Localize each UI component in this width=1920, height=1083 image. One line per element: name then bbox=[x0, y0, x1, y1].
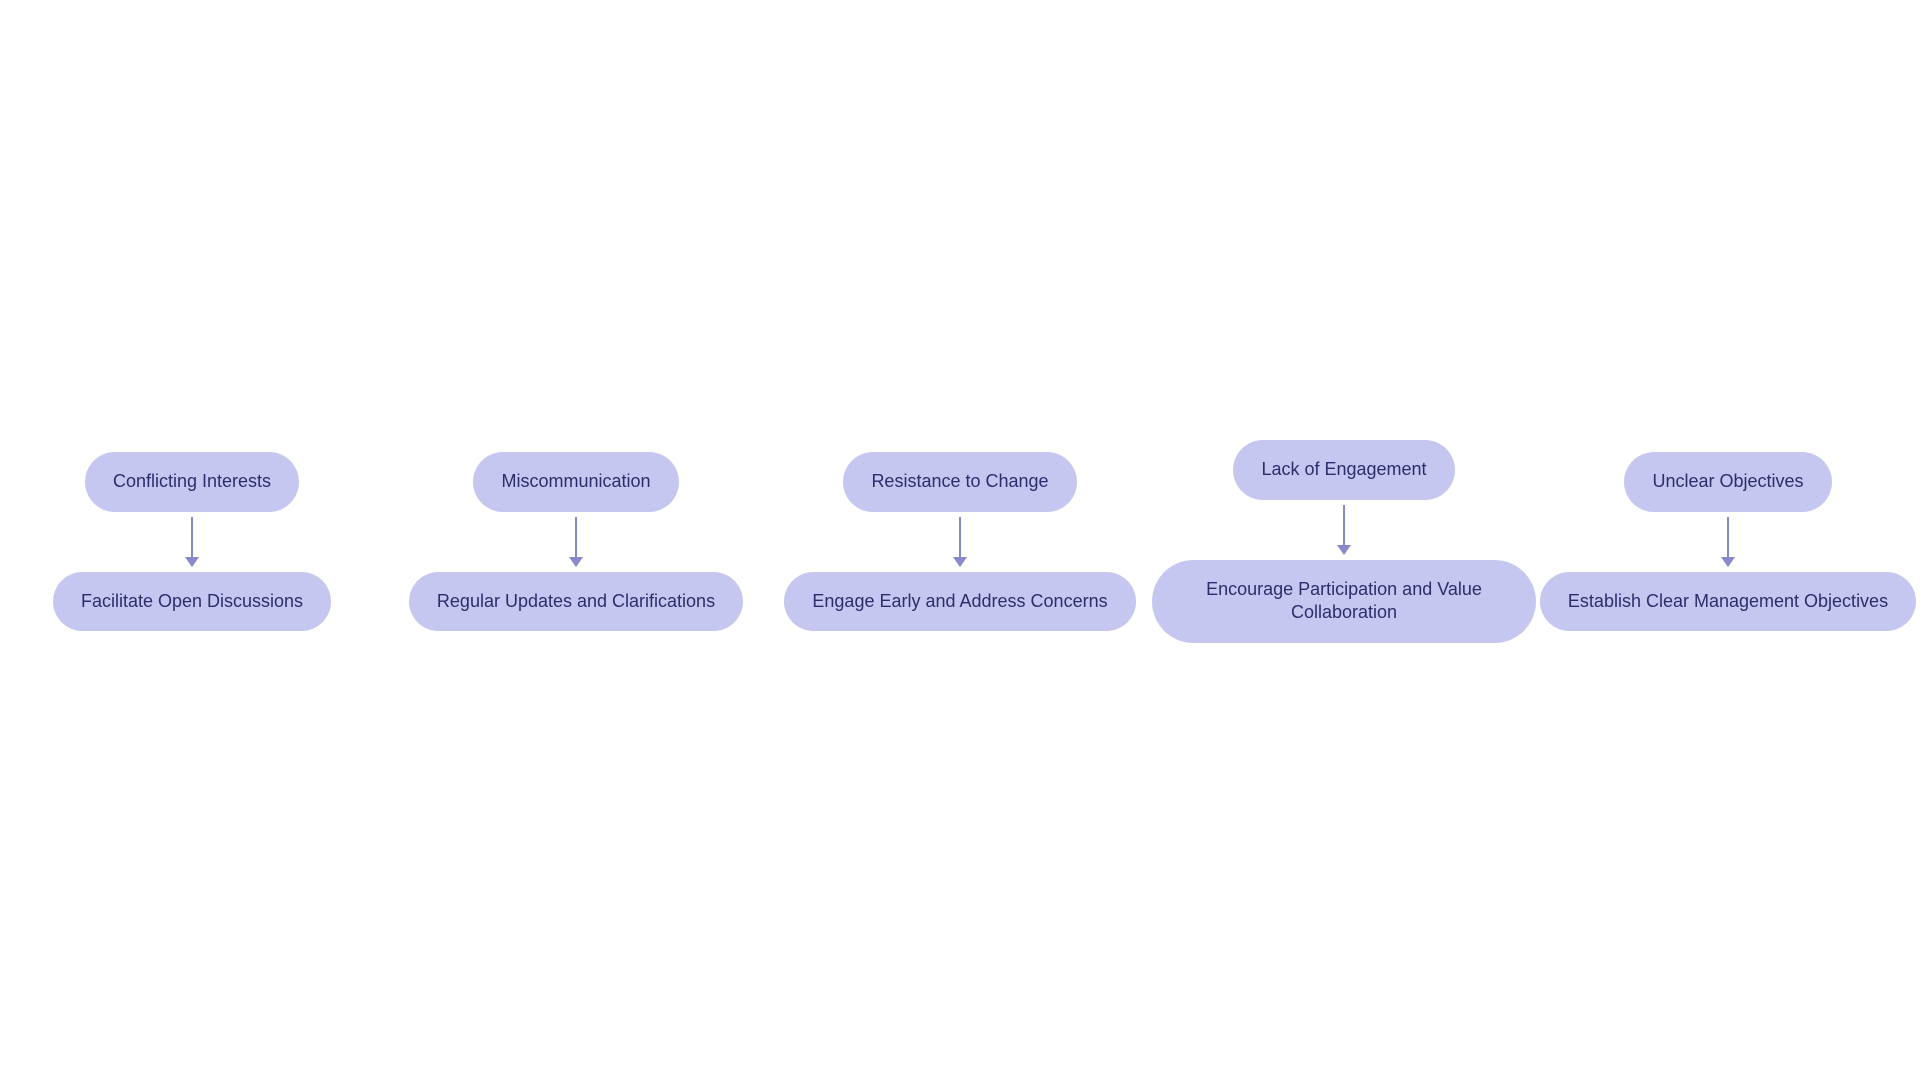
arrow-line bbox=[191, 517, 193, 557]
arrow-head bbox=[185, 557, 199, 567]
top-node-1: Conflicting Interests bbox=[85, 452, 299, 511]
bottom-node-3: Engage Early and Address Concerns bbox=[784, 572, 1135, 631]
bottom-node-1: Facilitate Open Discussions bbox=[53, 572, 331, 631]
top-node-3: Resistance to Change bbox=[843, 452, 1076, 511]
bottom-node-5: Establish Clear Management Objectives bbox=[1540, 572, 1916, 631]
arrow-line bbox=[1727, 517, 1729, 557]
arrow-head bbox=[569, 557, 583, 567]
arrow-head bbox=[1721, 557, 1735, 567]
diagram-container: Conflicting Interests Facilitate Open Dis… bbox=[0, 0, 1920, 1083]
top-node-4: Lack of Engagement bbox=[1233, 440, 1454, 499]
arrow-1 bbox=[185, 512, 199, 572]
column-2: Miscommunication Regular Updates and Clar… bbox=[384, 452, 768, 631]
arrow-line bbox=[959, 517, 961, 557]
column-3: Resistance to Change Engage Early and Add… bbox=[768, 452, 1152, 631]
arrow-line bbox=[1343, 505, 1345, 545]
column-5: Unclear Objectives Establish Clear Manage… bbox=[1536, 452, 1920, 631]
arrow-3 bbox=[953, 512, 967, 572]
bottom-node-4: Encourage Participation and Value Collab… bbox=[1152, 560, 1536, 643]
arrow-2 bbox=[569, 512, 583, 572]
column-4: Lack of Engagement Encourage Participatio… bbox=[1152, 440, 1536, 642]
column-1: Conflicting Interests Facilitate Open Dis… bbox=[0, 452, 384, 631]
arrow-4 bbox=[1337, 500, 1351, 560]
arrow-head bbox=[953, 557, 967, 567]
top-node-2: Miscommunication bbox=[473, 452, 678, 511]
top-node-5: Unclear Objectives bbox=[1624, 452, 1831, 511]
arrow-5 bbox=[1721, 512, 1735, 572]
arrow-head bbox=[1337, 545, 1351, 555]
bottom-node-2: Regular Updates and Clarifications bbox=[409, 572, 743, 631]
arrow-line bbox=[575, 517, 577, 557]
